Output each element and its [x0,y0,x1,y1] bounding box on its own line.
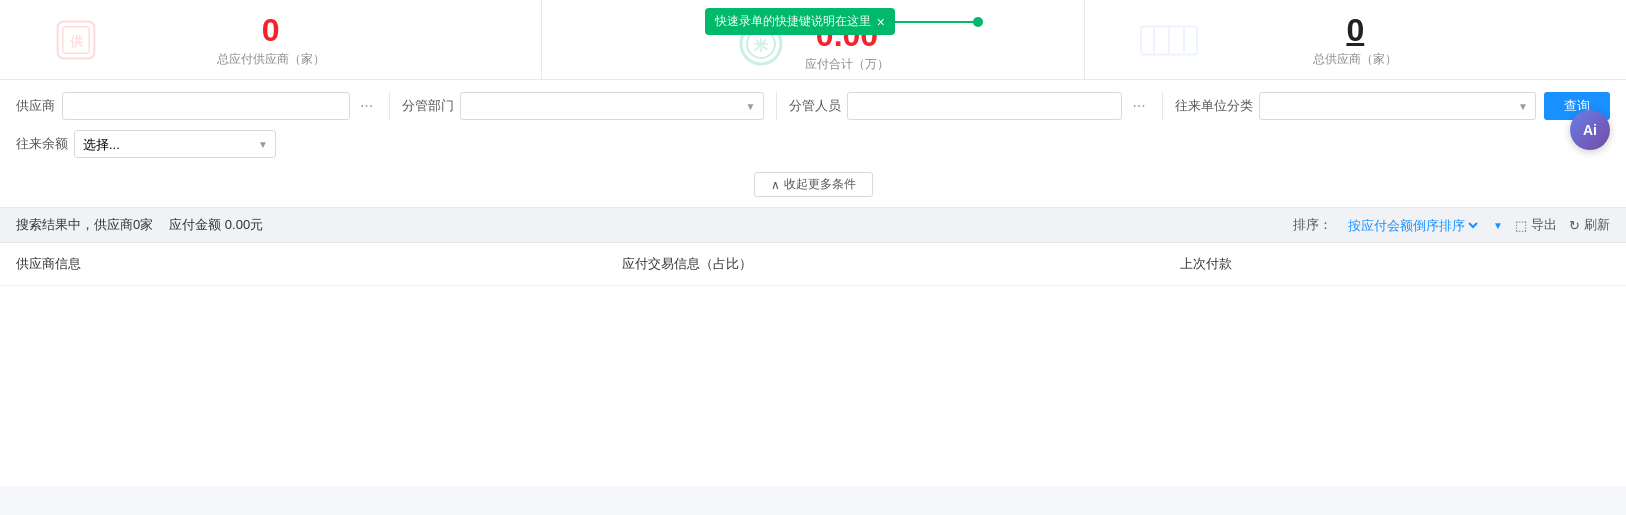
tooltip-text: 快速录单的快捷键说明在这里 [715,13,871,30]
balance-label: 往来余额 [16,135,68,153]
sort-dropdown-icon: ▼ [1493,220,1503,231]
svg-text:供: 供 [69,34,84,49]
person-label: 分管人员 [789,97,841,115]
dept-select[interactable] [460,92,763,120]
svg-text:米: 米 [753,38,769,54]
tooltip-balloon: 快速录单的快捷键说明在这里 × [705,8,895,35]
divider-3 [1162,92,1163,120]
results-info: 搜索结果中，供应商0家 应付金额 0.00元 [16,216,263,234]
search-bar: 供应商 ··· 分管部门 ▼ 分管人员 ··· 往来单位分类 [0,80,1626,208]
sort-label: 排序： [1293,216,1332,234]
ai-badge[interactable]: Ai [1570,110,1610,150]
ai-label: Ai [1583,122,1597,138]
person-input[interactable] [847,92,1123,120]
dept-label: 分管部门 [402,97,454,115]
results-vendor-count: 搜索结果中，供应商0家 [16,216,153,234]
table-col-lastpay: 上次付款 [1180,255,1610,273]
table-body [0,286,1626,486]
stat-payable-total: 快速录单的快捷键说明在这里 × 米 0.00 应付合计（万） [542,0,1084,79]
total-vendors-number: 0 [1346,11,1364,49]
vendor-label: 供应商 [16,97,56,115]
divider-1 [389,92,390,120]
tooltip-dot [973,17,983,27]
collapse-up-icon: ∧ [771,178,780,192]
vendor-field: 供应商 ··· [16,92,377,120]
vendor-input[interactable] [62,92,350,120]
payable-total-label: 应付合计（万） [805,56,889,73]
refresh-icon: ↻ [1569,218,1580,233]
unit-class-field: 往来单位分类 ▼ [1175,92,1536,120]
collapse-row: ∧ 收起更多条件 [16,166,1610,207]
search-row-2: 往来余额 选择... ▼ [16,130,1610,158]
results-actions: 排序： 按应付会额倒序排序 ▼ ⬚ 导出 ↻ 刷新 [1293,216,1610,234]
payable-vendors-label: 总应付供应商（家） [217,51,325,68]
refresh-label: 刷新 [1584,216,1610,234]
stamp-icon: 供 [54,18,98,62]
payable-vendors-number: 0 [262,11,280,49]
table-header: 供应商信息 应付交易信息（占比） 上次付款 [0,243,1626,286]
bg-vendor-icon [1139,18,1199,58]
export-icon: ⬚ [1515,218,1527,233]
stat-payable-vendors: 供 0 总应付供应商（家） [0,0,542,79]
export-button[interactable]: ⬚ 导出 [1515,216,1557,234]
balance-select-wrapper: 选择... ▼ [74,130,276,158]
results-amount: 应付金额 0.00元 [169,216,263,234]
vendor-dots[interactable]: ··· [356,97,377,115]
unit-class-select-wrapper: ▼ [1259,92,1536,120]
search-row-1: 供应商 ··· 分管部门 ▼ 分管人员 ··· 往来单位分类 [16,92,1610,120]
refresh-button[interactable]: ↻ 刷新 [1569,216,1610,234]
unit-class-select[interactable] [1259,92,1536,120]
stat-total-vendors: 0 总供应商（家） [1085,0,1626,79]
dept-select-wrapper: ▼ [460,92,763,120]
sort-select[interactable]: 按应付会额倒序排序 [1344,217,1481,234]
table-col-transaction: 应付交易信息（占比） [622,255,1180,273]
results-bar: 搜索结果中，供应商0家 应付金额 0.00元 排序： 按应付会额倒序排序 ▼ ⬚… [0,208,1626,243]
person-field: 分管人员 ··· [789,92,1150,120]
tooltip-close-icon[interactable]: × [877,15,885,29]
dept-field: 分管部门 ▼ [402,92,763,120]
collapse-label: 收起更多条件 [784,176,856,193]
unit-class-label: 往来单位分类 [1175,97,1253,115]
total-vendors-label: 总供应商（家） [1313,51,1397,68]
export-label: 导出 [1531,216,1557,234]
balance-select[interactable]: 选择... [74,130,276,158]
person-dots[interactable]: ··· [1128,97,1149,115]
stats-bar: 供 0 总应付供应商（家） 快速录单的快捷键说明在这里 × 米 0.00 应付合… [0,0,1626,80]
collapse-button[interactable]: ∧ 收起更多条件 [754,172,873,197]
divider-2 [776,92,777,120]
balance-field: 往来余额 选择... ▼ [16,130,276,158]
table-col-vendor: 供应商信息 [16,255,622,273]
